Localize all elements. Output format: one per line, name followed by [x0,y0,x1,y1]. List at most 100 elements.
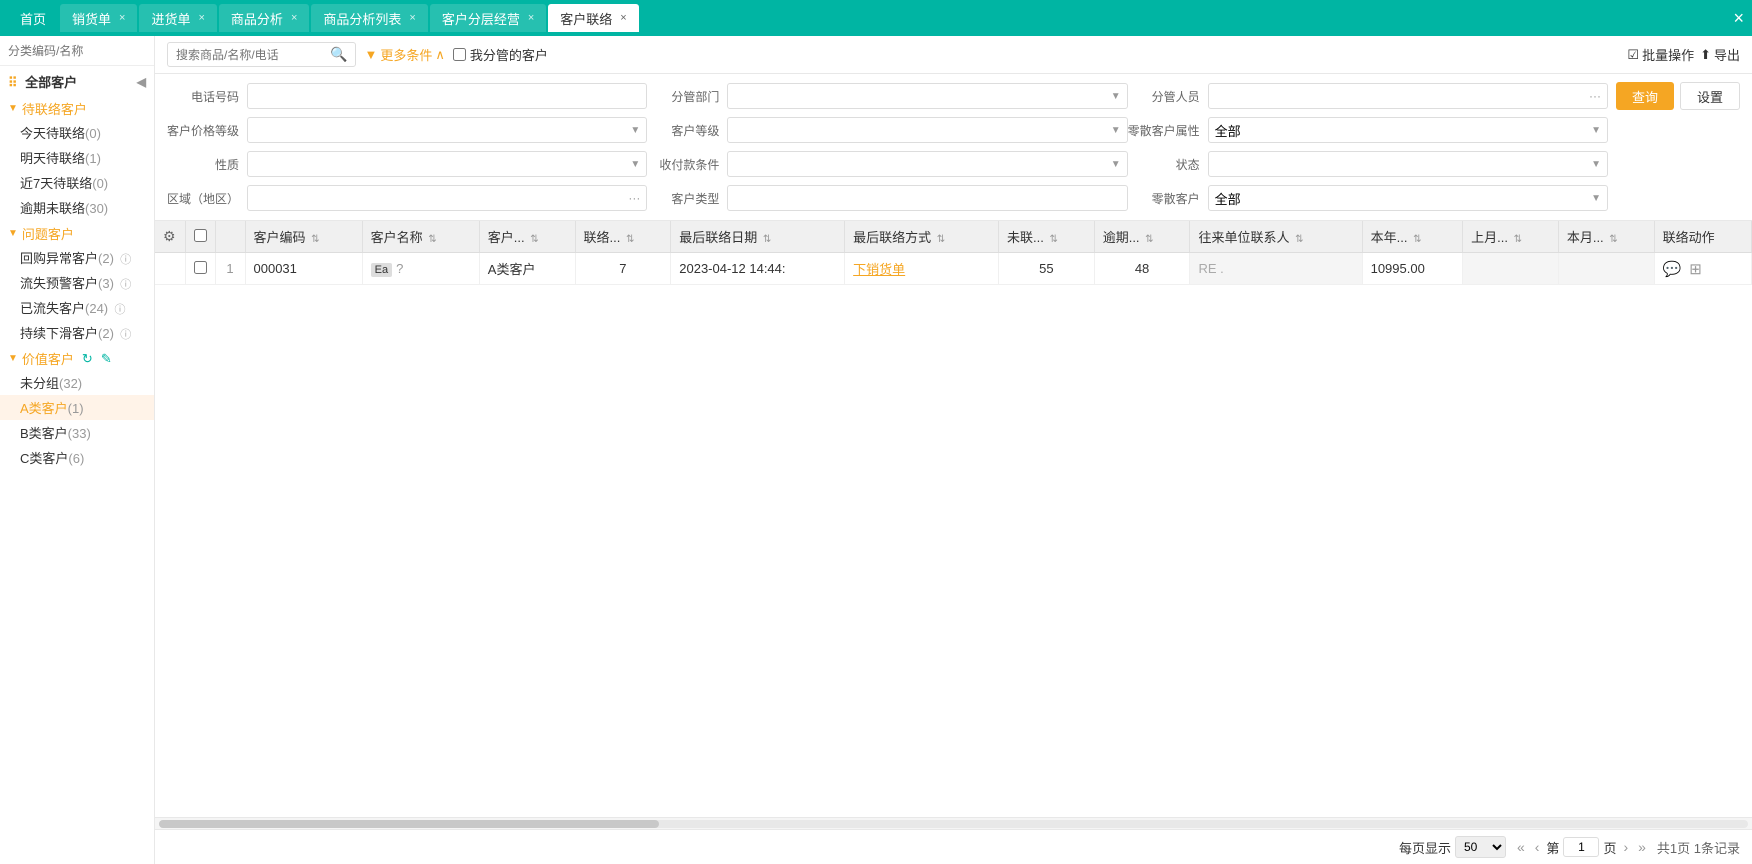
tab-customer-tier[interactable]: 客户分层经营 × [430,4,546,32]
sidebar-item-today-pending[interactable]: 今天待联络(0) [0,120,154,145]
th-type[interactable]: 客户... ⇅ [479,221,575,253]
triangle-icon-2: ▼ [8,228,18,239]
sidebar-group-pending[interactable]: ▼ 待联络客户 [0,95,154,120]
close-tab-goods-analysis-list[interactable]: × [409,12,415,24]
sidebar-item-c-class[interactable]: C类客户(6) [0,445,154,470]
tab-goods-analysis[interactable]: 商品分析 × [219,4,309,32]
settings-button[interactable]: 设置 [1680,82,1740,110]
payment-select[interactable]: ▼ [727,151,1127,177]
sidebar-search-input[interactable] [8,44,155,58]
tab-home[interactable]: 首页 [8,4,58,32]
customer-type-input[interactable] [727,185,1127,211]
filter-field-status: 状态 ▼ [1128,151,1608,177]
close-tab-sales[interactable]: × [119,12,125,24]
filter-search-icon[interactable]: 🔍 [330,46,347,63]
sidebar-item-overdue-pending[interactable]: 逾期未联络(30) [0,195,154,220]
sort-uncontacted-icon: ⇅ [1049,234,1057,245]
th-lastmethod[interactable]: 最后联络方式 ⇅ [845,221,999,253]
sidebar-item-ungrouped[interactable]: 未分组(32) [0,370,154,395]
main-layout: 🔍 ⠿ 全部客户 ◀ ▼ 待联络客户 今天待联络(0) 明天待联络(1) 近7天… [0,36,1752,864]
sidebar-group-problem[interactable]: ▼ 问题客户 [0,220,154,245]
th-code[interactable]: 客户编码 ⇅ [245,221,362,253]
th-lastdate[interactable]: 最后联络日期 ⇅ [671,221,845,253]
th-uncontacted[interactable]: 未联... ⇅ [998,221,1094,253]
sidebar-all-customers-header[interactable]: ⠿ 全部客户 ◀ [0,66,154,95]
close-all-tabs[interactable]: × [1733,8,1744,29]
price-grade-label: 客户价格等级 [167,122,247,139]
advanced-filter-panel: 电话号码 分管部门 ▼ 分管人员 ··· [155,74,1752,221]
status-caret: ▼ [1591,159,1601,170]
th-checkbox[interactable] [185,221,215,253]
table-settings-icon[interactable]: ⚙ [163,228,176,244]
dept-label: 分管部门 [647,88,727,105]
th-overdue[interactable]: 逾期... ⇅ [1094,221,1190,253]
my-customer-checkbox[interactable] [453,48,466,61]
th-contact[interactable]: 联络... ⇅ [575,221,671,253]
first-page-btn[interactable]: « [1514,839,1528,855]
sidebar-item-churn-warning[interactable]: 流失预警客户(3) ⓘ [0,270,154,295]
th-name[interactable]: 客户名称 ⇅ [362,221,479,253]
filter-search-input[interactable] [176,48,326,62]
status-select[interactable]: ▼ [1208,151,1608,177]
grid-action-icon[interactable]: ⊞ [1689,260,1702,278]
sort-last-month-icon: ⇅ [1514,234,1522,245]
th-settings[interactable]: ⚙ [155,221,185,253]
price-grade-select[interactable]: ▼ [247,117,647,143]
filter-more-btn[interactable]: ▼ 更多条件 ∧ [364,45,444,64]
phone-input[interactable] [247,83,647,109]
th-this-month[interactable]: 本月... ⇅ [1558,221,1654,253]
tab-customer-contact[interactable]: 客户联络 × [548,4,638,32]
scrollbar-thumb[interactable] [159,820,659,828]
close-tab-purchase[interactable]: × [198,12,204,24]
scrollbar-track[interactable] [159,820,1748,828]
sidebar-item-declining[interactable]: 持续下滑客户(2) ⓘ [0,320,154,345]
manager-input[interactable]: ··· [1208,83,1608,109]
batch-ops-btn[interactable]: ☑ 批量操作 [1627,45,1694,64]
dept-select[interactable]: ▼ [727,83,1127,109]
sidebar-item-a-class[interactable]: A类客户(1) [0,395,154,420]
query-button[interactable]: 查询 [1616,82,1674,110]
page-input[interactable] [1563,837,1599,857]
sidebar-group-value[interactable]: ▼ 价值客户 ↻ ✎ [0,345,154,370]
sidebar-item-churned[interactable]: 已流失客户(24) ⓘ [0,295,154,320]
select-all-checkbox[interactable] [194,229,207,242]
sidebar-item-7days-pending[interactable]: 近7天待联络(0) [0,170,154,195]
next-page-btn[interactable]: › [1620,839,1631,855]
td-lastmethod[interactable]: 下销货单 [845,253,999,285]
region-dots: ··· [628,191,640,205]
th-unit-contact[interactable]: 往来单位联系人 ⇅ [1190,221,1362,253]
close-tab-customer-contact[interactable]: × [620,12,626,24]
scatter-attr-select[interactable]: 全部 ▼ [1208,117,1608,143]
sidebar-item-tomorrow-pending[interactable]: 明天待联络(1) [0,145,154,170]
chat-action-icon[interactable]: 💬 [1663,260,1682,278]
last-page-btn[interactable]: » [1635,839,1649,855]
total-records: 共1页 1条记录 [1657,838,1740,857]
close-tab-goods-analysis[interactable]: × [291,12,297,24]
export-btn[interactable]: ⬆ 导出 [1700,45,1740,64]
my-customer-filter[interactable]: 我分管的客户 [453,45,548,64]
td-checkbox[interactable] [185,253,215,285]
tab-sales[interactable]: 销货单 × [60,4,137,32]
td-name: Ea? [362,253,479,285]
sidebar-collapse-icon[interactable]: ◀ [137,75,146,89]
filter-field-phone: 电话号码 [167,83,647,109]
filter-row-4: 区域（地区） ··· 客户类型 零散客户 全部 ▼ [167,184,1740,212]
page-size-select[interactable]: 20 50 100 [1455,836,1506,858]
nature-select[interactable]: ▼ [247,151,647,177]
sidebar-all-customers-label: ⠿ 全部客户 [8,72,77,91]
sidebar-item-abnormal-repurchase[interactable]: 回购异常客户(2) ⓘ [0,245,154,270]
filter-bar: 🔍 ▼ 更多条件 ∧ 我分管的客户 ☑ 批量操作 ⬆ 导出 [155,36,1752,74]
prev-page-btn[interactable]: ‹ [1532,839,1543,855]
horizontal-scrollbar[interactable] [155,817,1752,829]
customer-grade-select[interactable]: ▼ [727,117,1127,143]
tab-purchase[interactable]: 进货单 × [139,4,216,32]
th-last-month[interactable]: 上月... ⇅ [1463,221,1559,253]
region-select[interactable]: ··· [247,185,647,211]
th-year-amount[interactable]: 本年... ⇅ [1362,221,1463,253]
row-checkbox[interactable] [194,261,207,274]
scatter-select[interactable]: 全部 ▼ [1208,185,1608,211]
close-tab-customer-tier[interactable]: × [528,12,534,24]
last-method-link[interactable]: 下销货单 [853,262,905,277]
sidebar-item-b-class[interactable]: B类客户(33) [0,420,154,445]
tab-goods-analysis-list[interactable]: 商品分析列表 × [311,4,427,32]
